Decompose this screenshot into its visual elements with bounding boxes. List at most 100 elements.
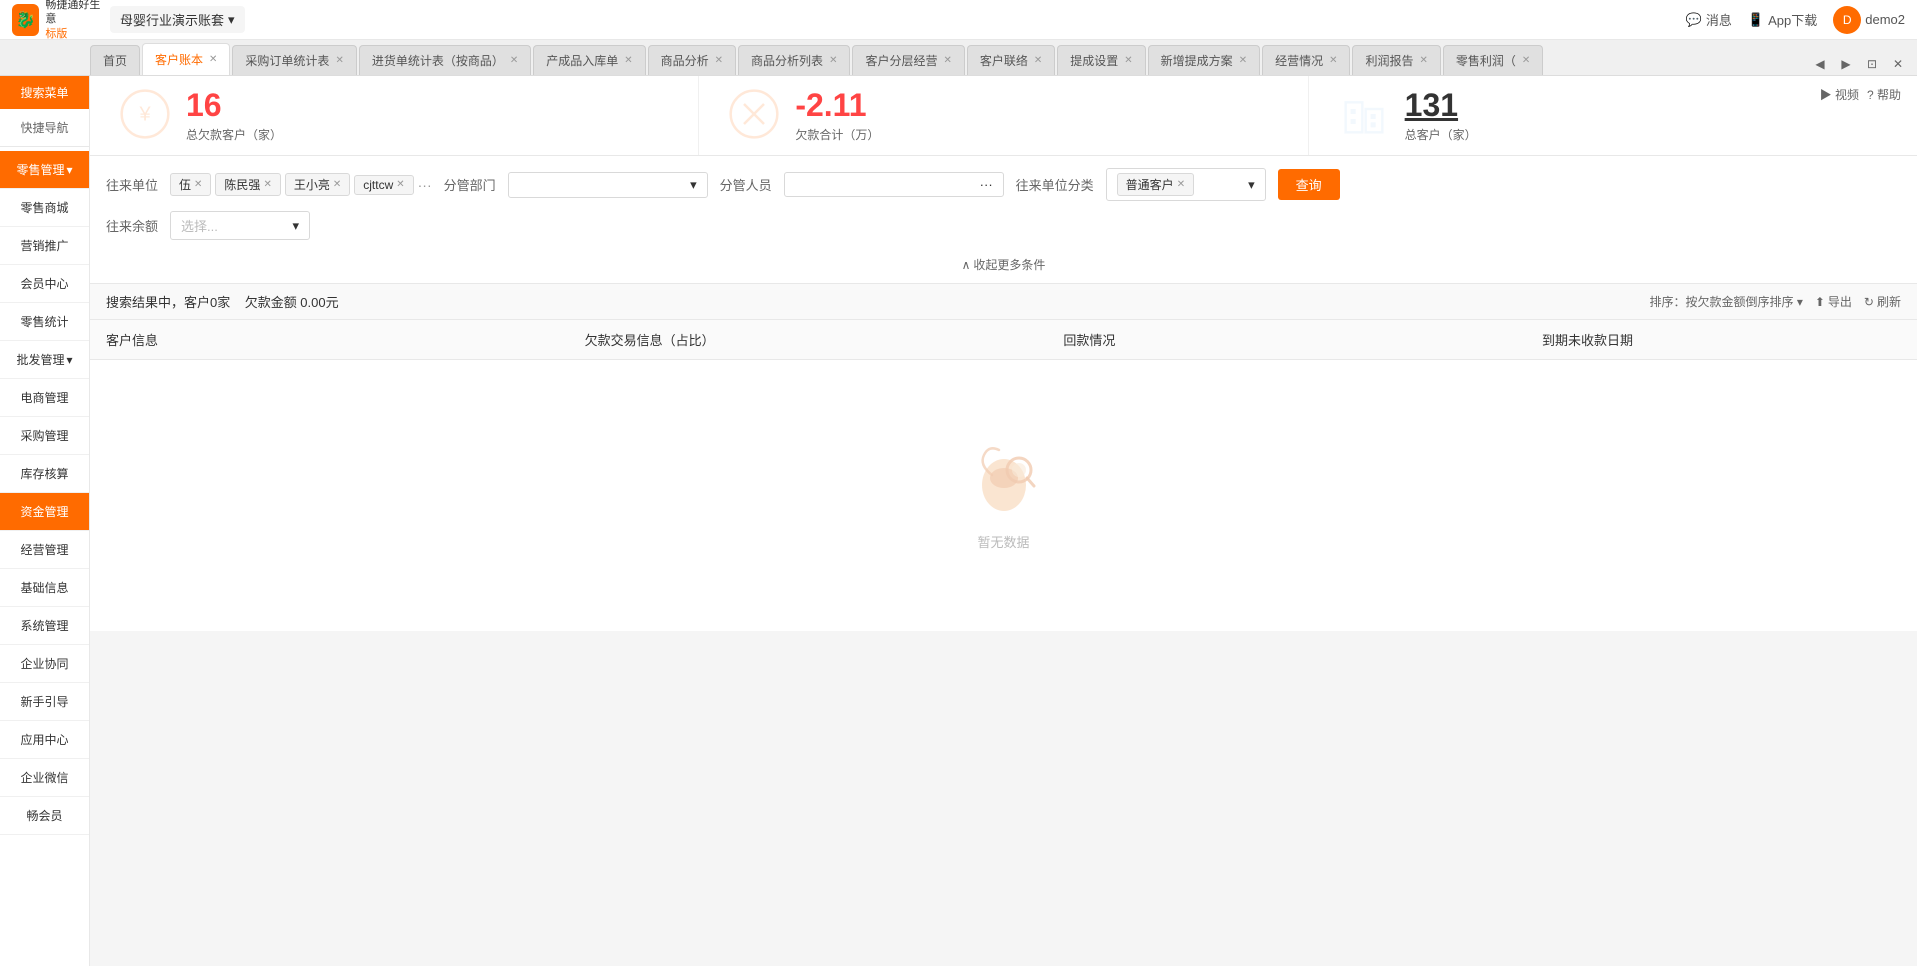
user-profile-btn[interactable]: D demo2: [1833, 6, 1905, 34]
tab-operations[interactable]: 经营情况 ✕: [1262, 45, 1350, 75]
filter-tag-0[interactable]: 伍 ✕: [170, 173, 211, 196]
ellipsis-icon: ···: [980, 177, 993, 192]
stat-text-debt: -2.11 欠款合计（万）: [795, 88, 879, 142]
tag-close-icon-0[interactable]: ✕: [194, 179, 202, 190]
query-button[interactable]: 查询: [1278, 169, 1340, 200]
result-summary: 搜索结果中，客户0家 欠款金额 0.00元: [106, 292, 339, 311]
empty-state: 暂无数据: [90, 360, 1917, 631]
sidebar-item-member[interactable]: 会员中心: [0, 265, 89, 303]
tab-close-icon[interactable]: ✕: [1420, 55, 1428, 66]
tab-customer-contact[interactable]: 客户联络 ✕: [967, 45, 1055, 75]
result-bar: 搜索结果中，客户0家 欠款金额 0.00元 排序：按欠款金额倒序排序 ▾ ⬆ 导…: [90, 284, 1917, 320]
tab-profit-report[interactable]: 利润报告 ✕: [1352, 45, 1440, 75]
category-filter-select[interactable]: 普通客户 ✕ ▾: [1106, 168, 1266, 201]
sidebar-item-guide[interactable]: 新手引导: [0, 683, 89, 721]
tab-add-commission[interactable]: 新增提成方案 ✕: [1148, 45, 1260, 75]
tab-close-icon[interactable]: ✕: [1522, 55, 1530, 66]
tab-expand-btn[interactable]: ⊡: [1861, 53, 1883, 75]
sidebar-item-marketing[interactable]: 营销推广: [0, 227, 89, 265]
sidebar-item-inventory[interactable]: 库存核算: [0, 455, 89, 493]
sidebar-item-ecommerce[interactable]: 电商管理: [0, 379, 89, 417]
sidebar-item-retail[interactable]: 零售管理 ▾: [0, 151, 89, 189]
tab-close-icon[interactable]: ✕: [209, 54, 217, 65]
app-download-btn[interactable]: 📱 App下载: [1748, 10, 1817, 29]
sidebar-item-purchase[interactable]: 采购管理: [0, 417, 89, 455]
stat-number-all-customers[interactable]: 131: [1405, 88, 1477, 123]
video-help-link[interactable]: ▶ 视频: [1820, 86, 1859, 103]
tab-close-icon[interactable]: ✕: [335, 55, 343, 66]
empty-text: 暂无数据: [977, 532, 1029, 551]
cat-tag-close-icon[interactable]: ✕: [1177, 179, 1185, 190]
tab-close-icon[interactable]: ✕: [943, 55, 951, 66]
dept-filter-select[interactable]: ▾: [508, 172, 708, 198]
sidebar-search-btn[interactable]: 搜索菜单: [0, 76, 89, 109]
unit-filter-label: 往来单位: [106, 175, 158, 194]
stat-text-all-customers: 131 总客户（家）: [1405, 88, 1477, 142]
filter-more-icon[interactable]: ···: [418, 177, 432, 193]
tab-close-icon[interactable]: ✕: [1034, 55, 1042, 66]
chevron-down-icon: ▾: [690, 177, 697, 193]
stat-label-customers: 总欠款客户（家）: [186, 126, 282, 143]
tab-close-icon[interactable]: ✕: [829, 55, 837, 66]
tab-close-icon[interactable]: ✕: [1124, 55, 1132, 66]
sidebar-item-basic-info[interactable]: 基础信息: [0, 569, 89, 607]
tab-close-icon[interactable]: ✕: [1239, 55, 1247, 66]
tab-commission-settings[interactable]: 提成设置 ✕: [1057, 45, 1145, 75]
filter-row-2: 往来余额 选择... ▾: [106, 211, 1901, 240]
tab-close-icon[interactable]: ✕: [510, 55, 518, 66]
chevron-down-icon: ▾: [1248, 177, 1255, 193]
stat-label-all-customers: 总客户（家）: [1405, 126, 1477, 143]
tab-goods-analysis[interactable]: 商品分析 ✕: [648, 45, 736, 75]
tab-purchase-stats[interactable]: 采购订单统计表 ✕: [232, 45, 356, 75]
sidebar-item-app-center[interactable]: 应用中心: [0, 721, 89, 759]
sidebar-item-vip[interactable]: 畅会员: [0, 797, 89, 835]
tab-close-all-btn[interactable]: ✕: [1887, 53, 1909, 75]
building-icon: [1339, 89, 1389, 142]
collapse-filter-btn[interactable]: ∧ 收起更多条件: [106, 250, 1901, 283]
sort-label[interactable]: 排序：按欠款金额倒序排序 ▾: [1649, 293, 1802, 310]
export-btn[interactable]: ⬆ 导出: [1815, 293, 1852, 310]
help-link[interactable]: ? 帮助: [1867, 86, 1901, 103]
tab-close-icon[interactable]: ✕: [1329, 55, 1337, 66]
stat-total-debt: -2.11 欠款合计（万）: [699, 76, 1308, 155]
tab-purchase-detail[interactable]: 进货单统计表（按商品） ✕: [359, 45, 531, 75]
tab-retail-profit[interactable]: 零售利润（ ✕: [1443, 45, 1543, 75]
tab-home[interactable]: 首页: [90, 45, 140, 75]
tab-customer-layer[interactable]: 客户分层经营 ✕: [852, 45, 964, 75]
message-btn[interactable]: 💬 消息: [1686, 10, 1732, 29]
tab-goods-analysis-list[interactable]: 商品分析列表 ✕: [738, 45, 850, 75]
stat-number-debt: -2.11: [795, 88, 879, 123]
tab-customer-ledger[interactable]: 客户账本 ✕: [142, 43, 230, 75]
tab-controls: ◀ ▶ ⊡ ✕: [1809, 53, 1917, 75]
sidebar-quick-nav[interactable]: 快捷导航: [0, 109, 89, 147]
tab-scroll-left-btn[interactable]: ◀: [1809, 53, 1831, 75]
refresh-btn[interactable]: ↻ 刷新: [1864, 293, 1901, 310]
sidebar-item-retail-stats[interactable]: 零售统计: [0, 303, 89, 341]
empty-icon: [964, 440, 1044, 520]
sidebar-item-operations[interactable]: 经营管理: [0, 531, 89, 569]
tag-close-icon-2[interactable]: ✕: [333, 179, 341, 190]
filter-row-1: 往来单位 伍 ✕ 陈民强 ✕ 王小亮 ✕ cjttcw: [106, 168, 1901, 201]
content-area: ¥ 16 总欠款客户（家） -2.11: [90, 76, 1917, 631]
balance-filter-select[interactable]: 选择... ▾: [170, 211, 310, 240]
workspace-selector[interactable]: 母婴行业演示账套 ▾: [110, 6, 245, 33]
filter-tag-3[interactable]: cjttcw ✕: [354, 175, 413, 195]
tab-close-icon[interactable]: ✕: [624, 55, 632, 66]
sidebar-item-wholesale[interactable]: 批发管理 ▾: [0, 341, 89, 379]
person-filter-select[interactable]: ···: [784, 172, 1004, 197]
tab-product-instock[interactable]: 产成品入库单 ✕: [533, 45, 645, 75]
sidebar-item-wechat-work[interactable]: 企业微信: [0, 759, 89, 797]
category-tag-0[interactable]: 普通客户 ✕: [1117, 173, 1194, 196]
tab-scroll-right-btn[interactable]: ▶: [1835, 53, 1857, 75]
stat-total-customers: ¥ 16 总欠款客户（家）: [90, 76, 699, 155]
sidebar-item-finance[interactable]: 资金管理: [0, 493, 89, 531]
tag-close-icon-3[interactable]: ✕: [396, 179, 404, 190]
sidebar-item-retail-mall[interactable]: 零售商城: [0, 189, 89, 227]
tab-close-icon[interactable]: ✕: [715, 55, 723, 66]
filter-tag-1[interactable]: 陈民强 ✕: [215, 173, 280, 196]
yuan-icon: ¥: [120, 89, 170, 142]
tag-close-icon-1[interactable]: ✕: [263, 179, 271, 190]
sidebar-item-enterprise[interactable]: 企业协同: [0, 645, 89, 683]
filter-tag-2[interactable]: 王小亮 ✕: [285, 173, 350, 196]
sidebar-item-system[interactable]: 系统管理: [0, 607, 89, 645]
